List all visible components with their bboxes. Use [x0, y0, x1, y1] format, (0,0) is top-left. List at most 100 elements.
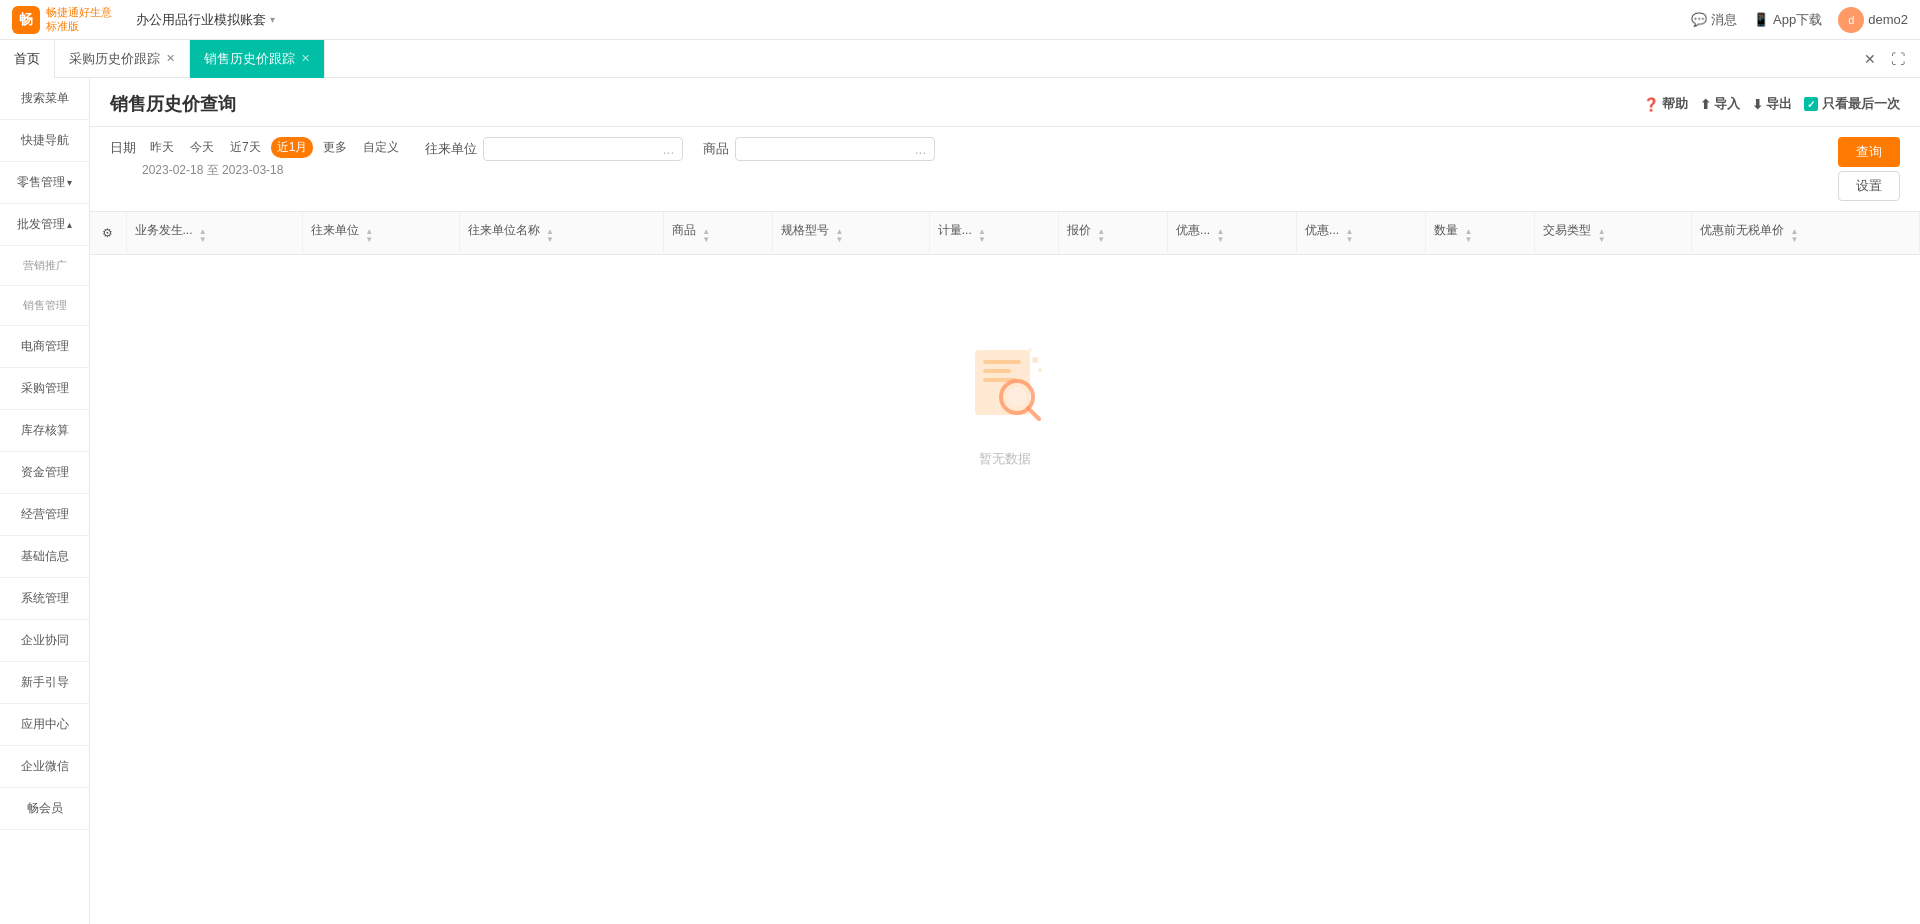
sort-icon: ▲▼ [702, 228, 710, 244]
column-quote[interactable]: 报价 ▲▼ [1058, 212, 1167, 255]
topbar-left: 畅 畅捷通好生意 标准版 办公用品行业模拟账套 ▾ [12, 6, 275, 34]
sidebar-item-purchase[interactable]: 采购管理 [0, 368, 89, 410]
sort-icon: ▲▼ [978, 228, 986, 244]
filter-bar: 日期 昨天 今天 近7天 近1月 更多 自定义 2023-02-18 至 202… [90, 127, 1920, 212]
main-layout: 搜索菜单 快捷导航 零售管理 ▾ 批发管理 ▴ 营销推广 销售管理 电商管理 采… [0, 78, 1920, 924]
tab-sales-history[interactable]: 销售历史价跟踪 ✕ [190, 40, 325, 78]
sidebar-system-label: 系统管理 [21, 591, 69, 605]
chevron-down-icon: ▾ [270, 14, 275, 25]
date-tabs: 昨天 今天 近7天 近1月 更多 自定义 [144, 137, 405, 158]
sort-icon: ▲▼ [1464, 228, 1472, 244]
gear-icon[interactable]: ⚙ [102, 226, 113, 240]
date-tab-today[interactable]: 今天 [184, 137, 220, 158]
sort-icon: ▲▼ [365, 228, 373, 244]
svg-point-9 [1028, 348, 1032, 352]
filter-partner-group: 往来单位 ... [425, 137, 683, 161]
tab-purchase-close-icon[interactable]: ✕ [166, 52, 175, 65]
tab-close-all-icon[interactable]: ✕ [1860, 49, 1880, 69]
sort-icon: ▲▼ [1790, 228, 1798, 244]
workspace-selector[interactable]: 办公用品行业模拟账套 ▾ [136, 11, 275, 29]
content: 销售历史价查询 ❓ 帮助 ⬆ 导入 ⬇ 导出 ✓ [90, 78, 1920, 924]
app-icon: 📱 [1753, 12, 1769, 27]
help-btn[interactable]: ❓ 帮助 [1643, 95, 1688, 113]
export-btn[interactable]: ⬇ 导出 [1752, 95, 1792, 113]
sidebar-item-wechat[interactable]: 企业微信 [0, 746, 89, 788]
partner-input[interactable] [492, 142, 658, 156]
date-tab-7days[interactable]: 近7天 [224, 137, 267, 158]
sidebar-inventory-label: 库存核算 [21, 423, 69, 437]
column-spec[interactable]: 规格型号 ▲▼ [773, 212, 930, 255]
product-dots-icon[interactable]: ... [915, 141, 927, 157]
message-btn[interactable]: 💬 消息 [1691, 11, 1737, 29]
settings-button[interactable]: 设置 [1838, 171, 1900, 201]
product-filter-input[interactable]: ... [735, 137, 935, 161]
column-biz-date[interactable]: 业务发生... ▲▼ [126, 212, 302, 255]
column-unit[interactable]: 计量... ▲▼ [929, 212, 1058, 255]
partner-filter-input[interactable]: ... [483, 137, 683, 161]
only-last-checkbox[interactable]: ✓ 只看最后一次 [1804, 95, 1900, 113]
column-discount-price[interactable]: 优惠... ▲▼ [1297, 212, 1426, 255]
logo-text: 畅捷通好生意 标准版 [46, 6, 112, 32]
sidebar-item-appstore[interactable]: 应用中心 [0, 704, 89, 746]
column-discount-rate[interactable]: 优惠... ▲▼ [1168, 212, 1297, 255]
column-gear[interactable]: ⚙ [90, 212, 126, 255]
sidebar-item-system[interactable]: 系统管理 [0, 578, 89, 620]
svg-line-6 [1028, 408, 1039, 419]
table-container: ⚙ 业务发生... ▲▼ 往来单位 ▲▼ 往来单位名称 ▲▼ [90, 212, 1920, 924]
sidebar-cooperation-label: 企业协同 [21, 633, 69, 647]
sidebar-item-shortcut[interactable]: 快捷导航 [0, 120, 89, 162]
sidebar-member-label: 畅会员 [27, 801, 63, 815]
sidebar-item-inventory[interactable]: 库存核算 [0, 410, 89, 452]
product-filter-label: 商品 [703, 140, 729, 158]
filter-product-group: 商品 ... [703, 137, 935, 161]
logo-icon: 畅 [12, 6, 40, 34]
column-quantity[interactable]: 数量 ▲▼ [1426, 212, 1535, 255]
empty-icon [955, 335, 1055, 438]
sort-icon: ▲▼ [199, 228, 207, 244]
sidebar-appstore-label: 应用中心 [21, 717, 69, 731]
sidebar-guide-label: 新手引导 [21, 675, 69, 689]
sidebar-item-finance[interactable]: 资金管理 [0, 452, 89, 494]
column-partner-name[interactable]: 往来单位名称 ▲▼ [459, 212, 663, 255]
tab-sales-history-label: 销售历史价跟踪 [204, 50, 295, 68]
sidebar-item-guide[interactable]: 新手引导 [0, 662, 89, 704]
date-range-display: 2023-02-18 至 2023-03-18 [142, 162, 405, 179]
sidebar-item-wholesale[interactable]: 批发管理 ▴ [0, 204, 89, 246]
date-tab-yesterday[interactable]: 昨天 [144, 137, 180, 158]
tab-actions: ✕ ⛶ [1860, 49, 1920, 69]
sidebar-item-cooperation[interactable]: 企业协同 [0, 620, 89, 662]
checkbox-icon: ✓ [1804, 97, 1818, 111]
sidebar-item-operation[interactable]: 经营管理 [0, 494, 89, 536]
empty-text: 暂无数据 [979, 450, 1031, 468]
sidebar-item-retail[interactable]: 零售管理 ▾ [0, 162, 89, 204]
column-pre-tax-price[interactable]: 优惠前无税单价 ▲▼ [1692, 212, 1920, 255]
sidebar-item-ecommerce[interactable]: 电商管理 [0, 326, 89, 368]
import-btn[interactable]: ⬆ 导入 [1700, 95, 1740, 113]
column-partner-code[interactable]: 往来单位 ▲▼ [302, 212, 459, 255]
sidebar-item-search[interactable]: 搜索菜单 [0, 78, 89, 120]
user-menu[interactable]: d demo2 [1838, 7, 1908, 33]
tabbar: 首页 采购历史价跟踪 ✕ 销售历史价跟踪 ✕ ✕ ⛶ [0, 40, 1920, 78]
product-input[interactable] [744, 142, 910, 156]
tab-home[interactable]: 首页 [0, 40, 55, 78]
tab-sales-close-icon[interactable]: ✕ [301, 52, 310, 65]
empty-state: 暂无数据 [90, 255, 1920, 548]
tab-purchase-history-label: 采购历史价跟踪 [69, 50, 160, 68]
sidebar-item-basic[interactable]: 基础信息 [0, 536, 89, 578]
topbar: 畅 畅捷通好生意 标准版 办公用品行业模拟账套 ▾ 💬 消息 📱 App下载 d… [0, 0, 1920, 40]
tab-maximize-icon[interactable]: ⛶ [1888, 49, 1908, 69]
column-trade-type[interactable]: 交易类型 ▲▼ [1535, 212, 1692, 255]
svg-point-8 [1038, 368, 1042, 372]
date-tab-1month[interactable]: 近1月 [271, 137, 314, 158]
query-button[interactable]: 查询 [1838, 137, 1900, 167]
sort-icon: ▲▼ [835, 228, 843, 244]
tab-purchase-history[interactable]: 采购历史价跟踪 ✕ [55, 40, 190, 78]
date-tab-custom[interactable]: 自定义 [357, 137, 405, 158]
sidebar-item-marketing[interactable]: 营销推广 [0, 246, 89, 286]
column-product[interactable]: 商品 ▲▼ [663, 212, 772, 255]
partner-dots-icon[interactable]: ... [663, 141, 675, 157]
date-tab-more[interactable]: 更多 [317, 137, 353, 158]
sidebar-item-member[interactable]: 畅会员 [0, 788, 89, 830]
sidebar-item-sales-mgmt[interactable]: 销售管理 [0, 286, 89, 326]
app-download-btn[interactable]: 📱 App下载 [1753, 11, 1822, 29]
